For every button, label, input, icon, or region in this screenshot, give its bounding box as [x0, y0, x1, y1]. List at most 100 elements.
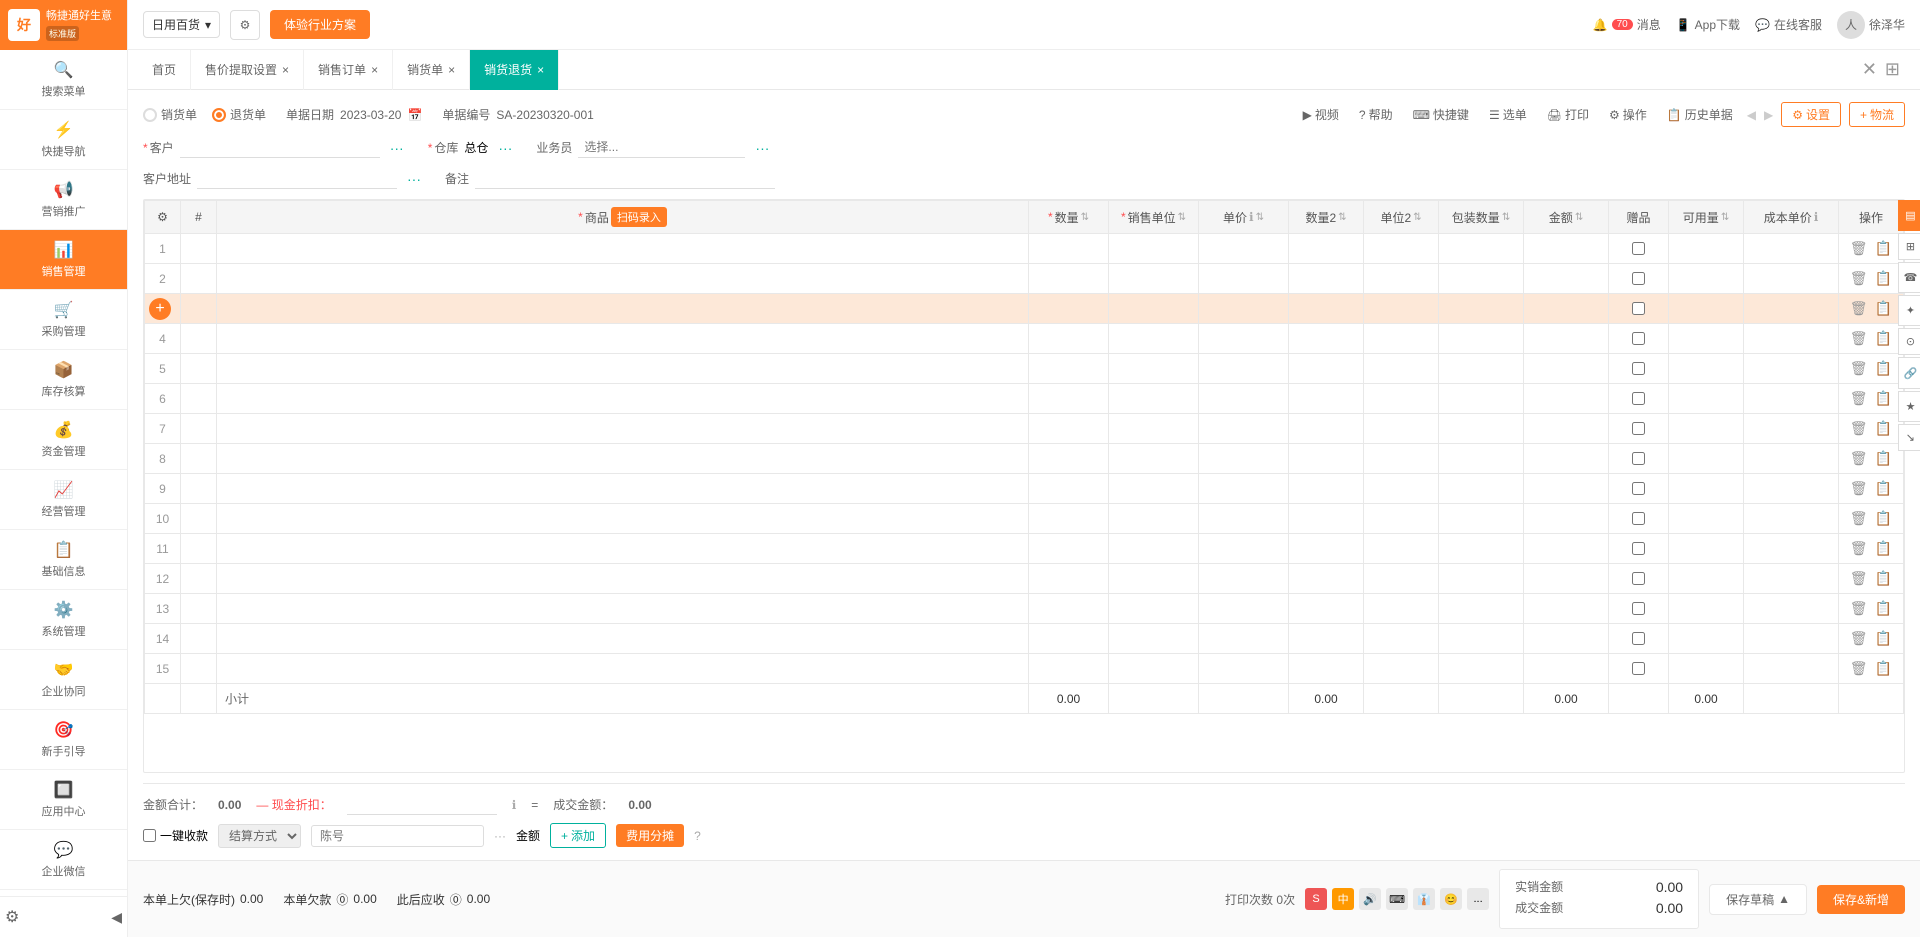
row-pq-9[interactable]: [1439, 504, 1524, 534]
row-u2-9[interactable]: [1364, 504, 1439, 534]
account-input[interactable]: [311, 825, 484, 847]
row-av-10[interactable]: [1669, 534, 1744, 564]
tab-close-sales-return[interactable]: ×: [537, 63, 544, 77]
row-q2-7[interactable]: [1289, 444, 1364, 474]
row-up-0[interactable]: [1199, 234, 1289, 264]
float-btn-fb5[interactable]: ⊙: [1898, 328, 1920, 355]
row-product-0[interactable]: [217, 234, 1029, 264]
sys-icon-7[interactable]: ...: [1467, 888, 1489, 910]
row-q2-12[interactable]: [1289, 594, 1364, 624]
row-u2-3[interactable]: [1364, 324, 1439, 354]
save-new-button[interactable]: 保存&新增: [1817, 885, 1905, 914]
row-gf-10[interactable]: [1609, 534, 1669, 564]
tab-close-price-settings[interactable]: ×: [282, 63, 289, 77]
gift-cb-9[interactable]: [1632, 512, 1645, 525]
cp-icon-6[interactable]: 📋: [1875, 420, 1892, 436]
row-av-11[interactable]: [1669, 564, 1744, 594]
row-av-1[interactable]: [1669, 264, 1744, 294]
float-btn-fb3[interactable]: ☎: [1898, 262, 1920, 293]
row-product-9[interactable]: [217, 504, 1029, 534]
row-product-4[interactable]: [217, 354, 1029, 384]
gift-cb-14[interactable]: [1632, 662, 1645, 675]
row-cp-9[interactable]: [1744, 504, 1839, 534]
row-q2-8[interactable]: [1289, 474, 1364, 504]
gift-cb-13[interactable]: [1632, 632, 1645, 645]
tab-sales-delivery[interactable]: 销货单×: [393, 50, 470, 90]
sidebar-item-sales[interactable]: 📊销售管理: [0, 230, 127, 290]
row-su-12[interactable]: [1109, 594, 1199, 624]
row-gf-0[interactable]: [1609, 234, 1669, 264]
row-up-1[interactable]: [1199, 264, 1289, 294]
row-cp-12[interactable]: [1744, 594, 1839, 624]
row-up-8[interactable]: [1199, 474, 1289, 504]
sidebar-item-quick[interactable]: ⚡快捷导航: [0, 110, 127, 170]
cp-icon-8[interactable]: 📋: [1875, 480, 1892, 496]
row-av-12[interactable]: [1669, 594, 1744, 624]
sidebar-item-basic[interactable]: 📋基础信息: [0, 530, 127, 590]
row-pq-7[interactable]: [1439, 444, 1524, 474]
row-pq-1[interactable]: [1439, 264, 1524, 294]
del-icon-13[interactable]: 🗑: [1850, 630, 1868, 646]
select-btn[interactable]: ☰ 选单: [1483, 103, 1533, 126]
operate-btn[interactable]: ⚙ 操作: [1603, 103, 1653, 126]
salesperson-input[interactable]: [578, 137, 745, 158]
row-cp-0[interactable]: [1744, 234, 1839, 264]
row-up-6[interactable]: [1199, 414, 1289, 444]
row-am-4[interactable]: [1524, 354, 1609, 384]
sidebar-item-search[interactable]: 🔍搜索菜单: [0, 50, 127, 110]
row-price-cell[interactable]: [1199, 294, 1289, 324]
cp-icon-12[interactable]: 📋: [1875, 600, 1892, 616]
row-u2-4[interactable]: [1364, 354, 1439, 384]
address-input[interactable]: [197, 168, 397, 189]
row-u2-14[interactable]: [1364, 654, 1439, 684]
row-u2-11[interactable]: [1364, 564, 1439, 594]
row-product-7[interactable]: [217, 444, 1029, 474]
row-qty-6[interactable]: [1029, 414, 1109, 444]
row-u2-1[interactable]: [1364, 264, 1439, 294]
row-up-5[interactable]: [1199, 384, 1289, 414]
del-icon-9[interactable]: 🗑: [1850, 510, 1868, 526]
row-pq-13[interactable]: [1439, 624, 1524, 654]
row-su-6[interactable]: [1109, 414, 1199, 444]
tab-close-sales-delivery[interactable]: ×: [448, 63, 455, 77]
row-qty-3[interactable]: [1029, 324, 1109, 354]
sys-icon-5[interactable]: 👔: [1413, 888, 1435, 910]
row-pq-8[interactable]: [1439, 474, 1524, 504]
row-available-cell[interactable]: [1669, 294, 1744, 324]
row-q2-9[interactable]: [1289, 504, 1364, 534]
sys-icon-2[interactable]: 中: [1332, 888, 1354, 910]
fee-split-btn[interactable]: 费用分摊: [616, 824, 684, 847]
row-product-14[interactable]: [217, 654, 1029, 684]
cp-icon-13[interactable]: 📋: [1875, 630, 1892, 646]
add-item-btn[interactable]: + 添加: [550, 823, 606, 848]
tab-price-settings[interactable]: 售价提取设置×: [191, 50, 304, 90]
row-cp-4[interactable]: [1744, 354, 1839, 384]
row-qty-9[interactable]: [1029, 504, 1109, 534]
sidebar-item-inventory[interactable]: 📦库存核算: [0, 350, 127, 410]
address-dots[interactable]: ···: [403, 171, 425, 187]
sidebar-item-operations[interactable]: 📈经营管理: [0, 470, 127, 530]
tab-home[interactable]: 首页: [138, 50, 191, 90]
row-product-1[interactable]: [217, 264, 1029, 294]
row-pq-6[interactable]: [1439, 414, 1524, 444]
gift-cb-5[interactable]: [1632, 392, 1645, 405]
row-cp-8[interactable]: [1744, 474, 1839, 504]
row-su-3[interactable]: [1109, 324, 1199, 354]
gift-cb-11[interactable]: [1632, 572, 1645, 585]
row-up-14[interactable]: [1199, 654, 1289, 684]
row-u2-6[interactable]: [1364, 414, 1439, 444]
gift-cb-8[interactable]: [1632, 482, 1645, 495]
customer-dots[interactable]: ···: [386, 140, 408, 156]
gift-cb-4[interactable]: [1632, 362, 1645, 375]
row-cost-cell[interactable]: [1744, 294, 1839, 324]
tab-close-sales-order[interactable]: ×: [371, 63, 378, 77]
float-btn-fb2[interactable]: ⊞: [1898, 233, 1920, 260]
row-gf-6[interactable]: [1609, 414, 1669, 444]
gift-cb-6[interactable]: [1632, 422, 1645, 435]
cp-icon-14[interactable]: 📋: [1875, 660, 1892, 676]
row-sales-unit-cell[interactable]: [1109, 294, 1199, 324]
row-pq-12[interactable]: [1439, 594, 1524, 624]
row-av-14[interactable]: [1669, 654, 1744, 684]
row-up-10[interactable]: [1199, 534, 1289, 564]
settings-icon[interactable]: ⚙: [5, 907, 19, 927]
